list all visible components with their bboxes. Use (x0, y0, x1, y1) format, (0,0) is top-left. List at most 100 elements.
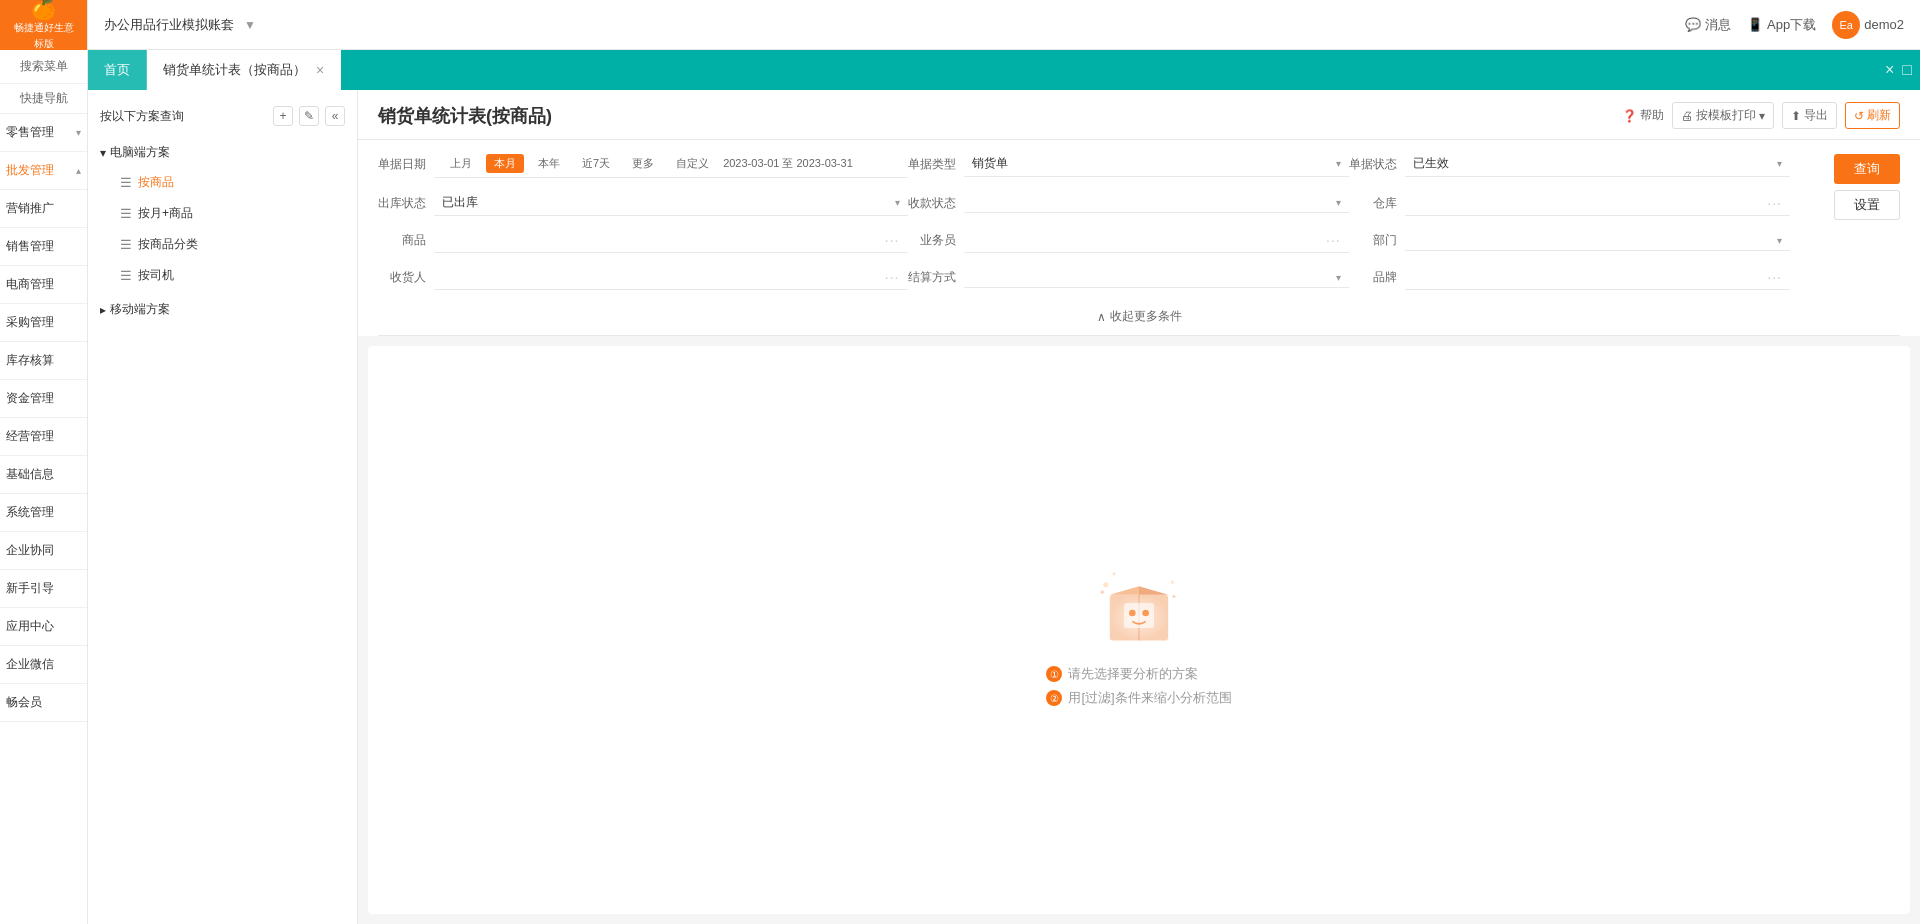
expand-icon: ▾ (100, 146, 106, 160)
sidebar-item-apps[interactable]: 应用中心 (0, 608, 87, 646)
collapse-panel-button[interactable]: « (325, 106, 345, 126)
tab-home[interactable]: 首页 (88, 50, 147, 90)
out-status-control[interactable]: 已出库 ▾ (434, 190, 908, 216)
salesperson-dots: ··· (1326, 232, 1341, 248)
tab-sales-report[interactable]: 销货单统计表（按商品） × (147, 50, 341, 90)
user-name: demo2 (1864, 17, 1904, 32)
help-label: 帮助 (1640, 107, 1664, 124)
sidebar-item-purchase[interactable]: 采购管理 (0, 304, 87, 342)
sidebar-item-finance-label: 资金管理 (6, 390, 54, 407)
desktop-scheme-group-header[interactable]: ▾ 电脑端方案 (88, 138, 357, 167)
template-print-icon: 🖨 (1681, 109, 1693, 123)
sidebar-item-marketing[interactable]: 营销推广 (0, 190, 87, 228)
dept-arrow: ▾ (1777, 235, 1782, 246)
scheme-item-by-category[interactable]: ☰ 按商品分类 (88, 229, 357, 260)
search-menu[interactable]: 搜索菜单 (0, 50, 87, 84)
add-scheme-button[interactable]: + (273, 106, 293, 126)
scheme-item-by-month-goods[interactable]: ☰ 按月+商品 (88, 198, 357, 229)
date-custom[interactable]: 自定义 (668, 154, 717, 173)
sidebar-item-wechat-label: 企业微信 (6, 656, 54, 673)
dept-control[interactable]: ▾ (1405, 231, 1790, 251)
date-this-month[interactable]: 本月 (486, 154, 524, 173)
quick-nav[interactable]: 快捷导航 (0, 84, 87, 114)
tab-close-all-button[interactable]: × (1885, 61, 1894, 79)
export-button[interactable]: ⬆ 导出 (1782, 102, 1837, 129)
bill-type-arrow: ▾ (1336, 158, 1341, 169)
out-status-arrow: ▾ (895, 197, 900, 208)
results-area: ✦ ✦ ① 请先选择要分析的方案 ② 用[过滤]条件来缩小分析范围 (368, 346, 1910, 914)
refresh-icon: ↺ (1854, 109, 1864, 123)
filter-settlement: 结算方式 ▾ (908, 268, 1349, 288)
sidebar-item-finance[interactable]: 资金管理 (0, 380, 87, 418)
filter-row-1: 单据日期 上月 本月 本年 近7天 更多 自定义 2023-03-01 至 20… (378, 150, 1790, 178)
salesperson-control[interactable]: ··· (964, 228, 1349, 253)
topbar-dropdown-arrow[interactable]: ▼ (244, 18, 256, 32)
settlement-label: 结算方式 (908, 269, 964, 286)
sidebar-item-ecommerce[interactable]: 电商管理 (0, 266, 87, 304)
collapse-button[interactable]: ∧ 收起更多条件 (1097, 308, 1182, 325)
recipient-control[interactable]: ··· (434, 265, 908, 290)
tab-maximize-button[interactable]: □ (1902, 61, 1912, 79)
user-menu[interactable]: Ea demo2 (1832, 11, 1904, 39)
help-icon: ❓ (1622, 109, 1637, 123)
date-7days[interactable]: 近7天 (574, 154, 618, 173)
topbar-left: 办公用品行业模拟账套 ▼ (104, 16, 256, 34)
app-logo: 🍊 畅捷通好生意 标版 (0, 0, 87, 50)
bill-type-control[interactable]: 销货单 ▾ (964, 151, 1349, 177)
tip-1-text: 请先选择要分析的方案 (1068, 665, 1198, 683)
filter-panel-actions: + ✎ « (273, 106, 345, 126)
template-print-button[interactable]: 🖨 按模板打印 ▾ (1672, 102, 1774, 129)
filter-row-3: 商品 ··· 业务员 ··· (378, 228, 1790, 253)
filter-bill-type: 单据类型 销货单 ▾ (908, 151, 1349, 177)
help-button[interactable]: ❓ 帮助 (1622, 107, 1664, 124)
sidebar-item-member[interactable]: 畅会员 (0, 684, 87, 722)
sidebar-item-sales[interactable]: 销售管理 (0, 228, 87, 266)
tip-1-num: ① (1046, 666, 1062, 682)
app-download-button[interactable]: 📱 App下载 (1747, 16, 1816, 34)
sidebar-item-wholesale[interactable]: 批发管理 ▴ (0, 152, 87, 190)
sidebar-item-inventory[interactable]: 库存核算 (0, 342, 87, 380)
bill-type-value: 销货单 (972, 155, 1336, 172)
sidebar-item-basic[interactable]: 基础信息 (0, 456, 87, 494)
date-more[interactable]: 更多 (624, 154, 662, 173)
sidebar-item-operation-label: 经营管理 (6, 428, 54, 445)
edit-scheme-button[interactable]: ✎ (299, 106, 319, 126)
mobile-expand-icon: ▸ (100, 303, 106, 317)
warehouse-dots: ··· (1767, 195, 1782, 211)
filter-panel-header-label: 按以下方案查询 (100, 108, 184, 125)
bill-status-control[interactable]: 已生效 ▾ (1405, 151, 1790, 177)
brand-label: 品牌 (1349, 269, 1405, 286)
query-actions: 查询 设置 (1834, 154, 1900, 220)
message-icon: 💬 (1685, 17, 1701, 32)
scheme-item-by-goods[interactable]: ☰ 按商品 (88, 167, 357, 198)
settlement-control[interactable]: ▾ (964, 268, 1349, 288)
goods-control[interactable]: ··· (434, 228, 908, 253)
content-wrapper: 按以下方案查询 + ✎ « ▾ 电脑端方案 ☰ 按商品 ☰ 按月 (88, 90, 1920, 924)
settings-button[interactable]: 设置 (1834, 190, 1900, 220)
date-last-month[interactable]: 上月 (442, 154, 480, 173)
receipt-status-control[interactable]: ▾ (964, 193, 1349, 213)
query-button[interactable]: 查询 (1834, 154, 1900, 184)
scheme-icon-category: ☰ (120, 237, 132, 252)
refresh-button[interactable]: ↺ 刷新 (1845, 102, 1900, 129)
warehouse-label: 仓库 (1349, 195, 1405, 212)
sidebar-item-retail[interactable]: 零售管理 ▾ (0, 114, 87, 152)
sidebar-item-operation[interactable]: 经营管理 (0, 418, 87, 456)
scheme-item-by-driver[interactable]: ☰ 按司机 (88, 260, 357, 291)
warehouse-control[interactable]: ··· (1405, 191, 1790, 216)
sidebar-item-cooperation[interactable]: 企业协同 (0, 532, 87, 570)
date-control[interactable]: 上月 本月 本年 近7天 更多 自定义 2023-03-01 至 2023-03… (434, 150, 908, 178)
avatar-text: Ea (1840, 19, 1853, 31)
brand-control[interactable]: ··· (1405, 265, 1790, 290)
date-this-year[interactable]: 本年 (530, 154, 568, 173)
mobile-scheme-group-header[interactable]: ▸ 移动端方案 (88, 295, 357, 324)
tab-sales-report-label: 销货单统计表（按商品） (163, 61, 306, 79)
filter-form-container: 单据日期 上月 本月 本年 近7天 更多 自定义 2023-03-01 至 20… (358, 140, 1920, 336)
sidebar-item-system[interactable]: 系统管理 (0, 494, 87, 532)
message-button[interactable]: 💬 消息 (1685, 16, 1731, 34)
tab-close-icon[interactable]: × (316, 62, 324, 78)
salesperson-label: 业务员 (908, 232, 964, 249)
sidebar-item-wechat[interactable]: 企业微信 (0, 646, 87, 684)
filter-out-status: 出库状态 已出库 ▾ (378, 190, 908, 216)
sidebar-item-newbie[interactable]: 新手引导 (0, 570, 87, 608)
